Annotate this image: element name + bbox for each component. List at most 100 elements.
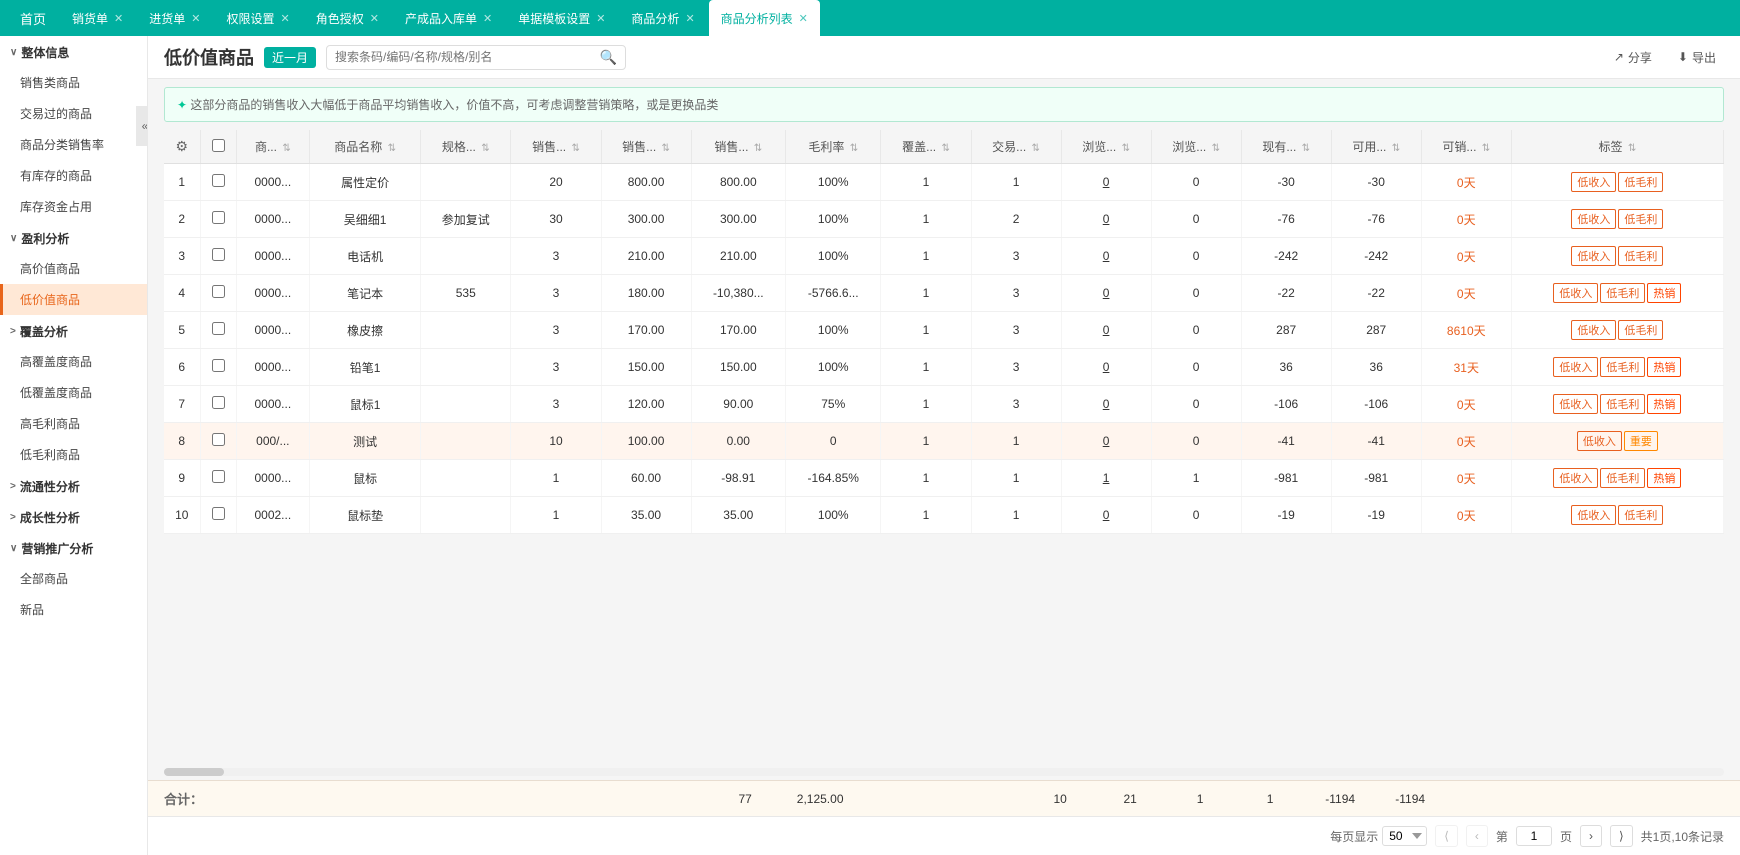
browse-link[interactable]: 0 <box>1103 397 1110 411</box>
filter-recent-month-button[interactable]: 近一月 <box>264 47 316 68</box>
browse-link[interactable]: 0 <box>1103 360 1110 374</box>
select-all-checkbox[interactable] <box>212 139 225 152</box>
search-icon[interactable]: 🔍 <box>600 49 617 66</box>
column-transaction[interactable]: 交易... ⇅ <box>971 130 1061 164</box>
cell-gross-margin: 100% <box>786 238 881 275</box>
column-sales1[interactable]: 销售... ⇅ <box>511 130 601 164</box>
sidebar-section-coverage[interactable]: > 覆盖分析 <box>0 315 147 346</box>
nav-purchase-order[interactable]: 进货单 ✕ <box>137 0 212 36</box>
first-page-button[interactable]: ⟨ <box>1435 825 1458 847</box>
sidebar-item-high-margin[interactable]: 高毛利商品 <box>0 408 147 439</box>
column-gross-margin[interactable]: 毛利率 ⇅ <box>786 130 881 164</box>
browse-link[interactable]: 0 <box>1103 434 1110 448</box>
browse-link[interactable]: 1 <box>1103 471 1110 485</box>
row-checkbox[interactable] <box>212 433 225 446</box>
column-browse2[interactable]: 浏览... ⇅ <box>1151 130 1241 164</box>
cell-browse2: 0 <box>1151 497 1241 534</box>
close-icon[interactable]: ✕ <box>685 12 694 25</box>
day-badge: 0天 <box>1457 472 1476 486</box>
close-icon[interactable]: ✕ <box>483 12 492 25</box>
column-browse1[interactable]: 浏览... ⇅ <box>1061 130 1151 164</box>
cell-coverage: 1 <box>881 238 971 275</box>
browse-link[interactable]: 0 <box>1103 323 1110 337</box>
nav-role-auth[interactable]: 角色授权 ✕ <box>304 0 391 36</box>
nav-home[interactable]: 首页 <box>8 0 58 36</box>
column-gear[interactable]: ⚙ <box>164 130 200 164</box>
search-input[interactable] <box>335 50 594 64</box>
column-current[interactable]: 现有... ⇅ <box>1241 130 1331 164</box>
column-sales2[interactable]: 销售... ⇅ <box>601 130 691 164</box>
nav-sales-order[interactable]: 销货单 ✕ <box>60 0 135 36</box>
column-coverage[interactable]: 覆盖... ⇅ <box>881 130 971 164</box>
sidebar-section-overall[interactable]: ∨ 整体信息 <box>0 36 147 67</box>
close-icon[interactable]: ✕ <box>281 12 290 25</box>
cell-gross-margin: 100% <box>786 164 881 201</box>
share-button[interactable]: ↗ 分享 <box>1606 45 1660 70</box>
sidebar-collapse-button[interactable]: « <box>136 106 148 146</box>
page-number-input[interactable] <box>1516 826 1552 846</box>
day-badge: 0天 <box>1457 213 1476 227</box>
row-checkbox[interactable] <box>212 211 225 224</box>
column-code[interactable]: 商... ⇅ <box>236 130 310 164</box>
last-page-button[interactable]: ⟩ <box>1610 825 1633 847</box>
column-name[interactable]: 商品名称 ⇅ <box>310 130 421 164</box>
row-checkbox[interactable] <box>212 322 225 335</box>
sidebar-section-liquidity[interactable]: > 流通性分析 <box>0 470 147 501</box>
nav-product-warehousing[interactable]: 产成品入库单 ✕ <box>393 0 504 36</box>
cell-sales2: 120.00 <box>601 386 691 423</box>
sidebar-item-high-value[interactable]: 高价值商品 <box>0 253 147 284</box>
close-icon[interactable]: ✕ <box>191 12 200 25</box>
nav-template-settings[interactable]: 单据模板设置 ✕ <box>506 0 617 36</box>
column-available[interactable]: 可用... ⇅ <box>1331 130 1421 164</box>
row-checkbox[interactable] <box>212 248 225 261</box>
row-checkbox[interactable] <box>212 285 225 298</box>
cell-current: -242 <box>1241 238 1331 275</box>
cell-code: 0000... <box>236 238 310 275</box>
nav-permissions[interactable]: 权限设置 ✕ <box>214 0 301 36</box>
column-salable[interactable]: 可销... ⇅ <box>1421 130 1511 164</box>
close-icon[interactable]: ✕ <box>596 12 605 25</box>
nav-product-analysis-list[interactable]: 商品分析列表 ✕ <box>709 0 820 36</box>
column-spec[interactable]: 规格... ⇅ <box>421 130 511 164</box>
prev-page-button[interactable]: ‹ <box>1466 825 1488 847</box>
row-checkbox[interactable] <box>212 174 225 187</box>
sidebar-item-new-products[interactable]: 新品 <box>0 594 147 625</box>
row-checkbox[interactable] <box>212 470 225 483</box>
sidebar-item-low-coverage[interactable]: 低覆盖度商品 <box>0 377 147 408</box>
sidebar-item-all-products[interactable]: 全部商品 <box>0 563 147 594</box>
row-checkbox[interactable] <box>212 507 225 520</box>
sidebar-item-low-margin[interactable]: 低毛利商品 <box>0 439 147 470</box>
per-page-select[interactable]: 50 100 200 <box>1382 826 1427 846</box>
sidebar-item-category-sales-rate[interactable]: 商品分类销售率 <box>0 129 147 160</box>
row-checkbox[interactable] <box>212 396 225 409</box>
sidebar-section-growth[interactable]: > 成长性分析 <box>0 501 147 532</box>
close-icon[interactable]: ✕ <box>370 12 379 25</box>
sidebar-item-traded-products[interactable]: 交易过的商品 <box>0 98 147 129</box>
browse-link[interactable]: 0 <box>1103 286 1110 300</box>
next-page-button[interactable]: › <box>1580 825 1602 847</box>
close-icon[interactable]: ✕ <box>799 12 808 25</box>
close-icon[interactable]: ✕ <box>114 12 123 25</box>
gear-icon[interactable]: ⚙ <box>175 138 188 154</box>
horizontal-scrollbar[interactable] <box>164 768 1724 776</box>
nav-product-analysis[interactable]: 商品分析 ✕ <box>619 0 706 36</box>
tag-badge: 低收入 <box>1553 283 1598 303</box>
sidebar-item-inventory-funds[interactable]: 库存资金占用 <box>0 191 147 222</box>
export-button[interactable]: ⬇ 导出 <box>1670 45 1724 70</box>
sidebar-section-marketing[interactable]: ∨ 营销推广分析 <box>0 532 147 563</box>
sidebar-item-high-coverage[interactable]: 高覆盖度商品 <box>0 346 147 377</box>
scrollbar-thumb[interactable] <box>164 768 224 776</box>
browse-link[interactable]: 0 <box>1103 212 1110 226</box>
browse-link[interactable]: 0 <box>1103 508 1110 522</box>
cell-name: 鼠标 <box>310 460 421 497</box>
sidebar-section-profit[interactable]: ∨ 盈利分析 <box>0 222 147 253</box>
cell-available: -981 <box>1331 460 1421 497</box>
browse-link[interactable]: 0 <box>1103 249 1110 263</box>
sidebar-item-sales-products[interactable]: 销售类商品 <box>0 67 147 98</box>
row-checkbox[interactable] <box>212 359 225 372</box>
browse-link[interactable]: 0 <box>1103 175 1110 189</box>
sidebar-item-low-value[interactable]: 低价值商品 <box>0 284 147 315</box>
sidebar-item-stocked-products[interactable]: 有库存的商品 <box>0 160 147 191</box>
column-tags[interactable]: 标签 ⇅ <box>1511 130 1723 164</box>
column-sales3[interactable]: 销售... ⇅ <box>691 130 785 164</box>
